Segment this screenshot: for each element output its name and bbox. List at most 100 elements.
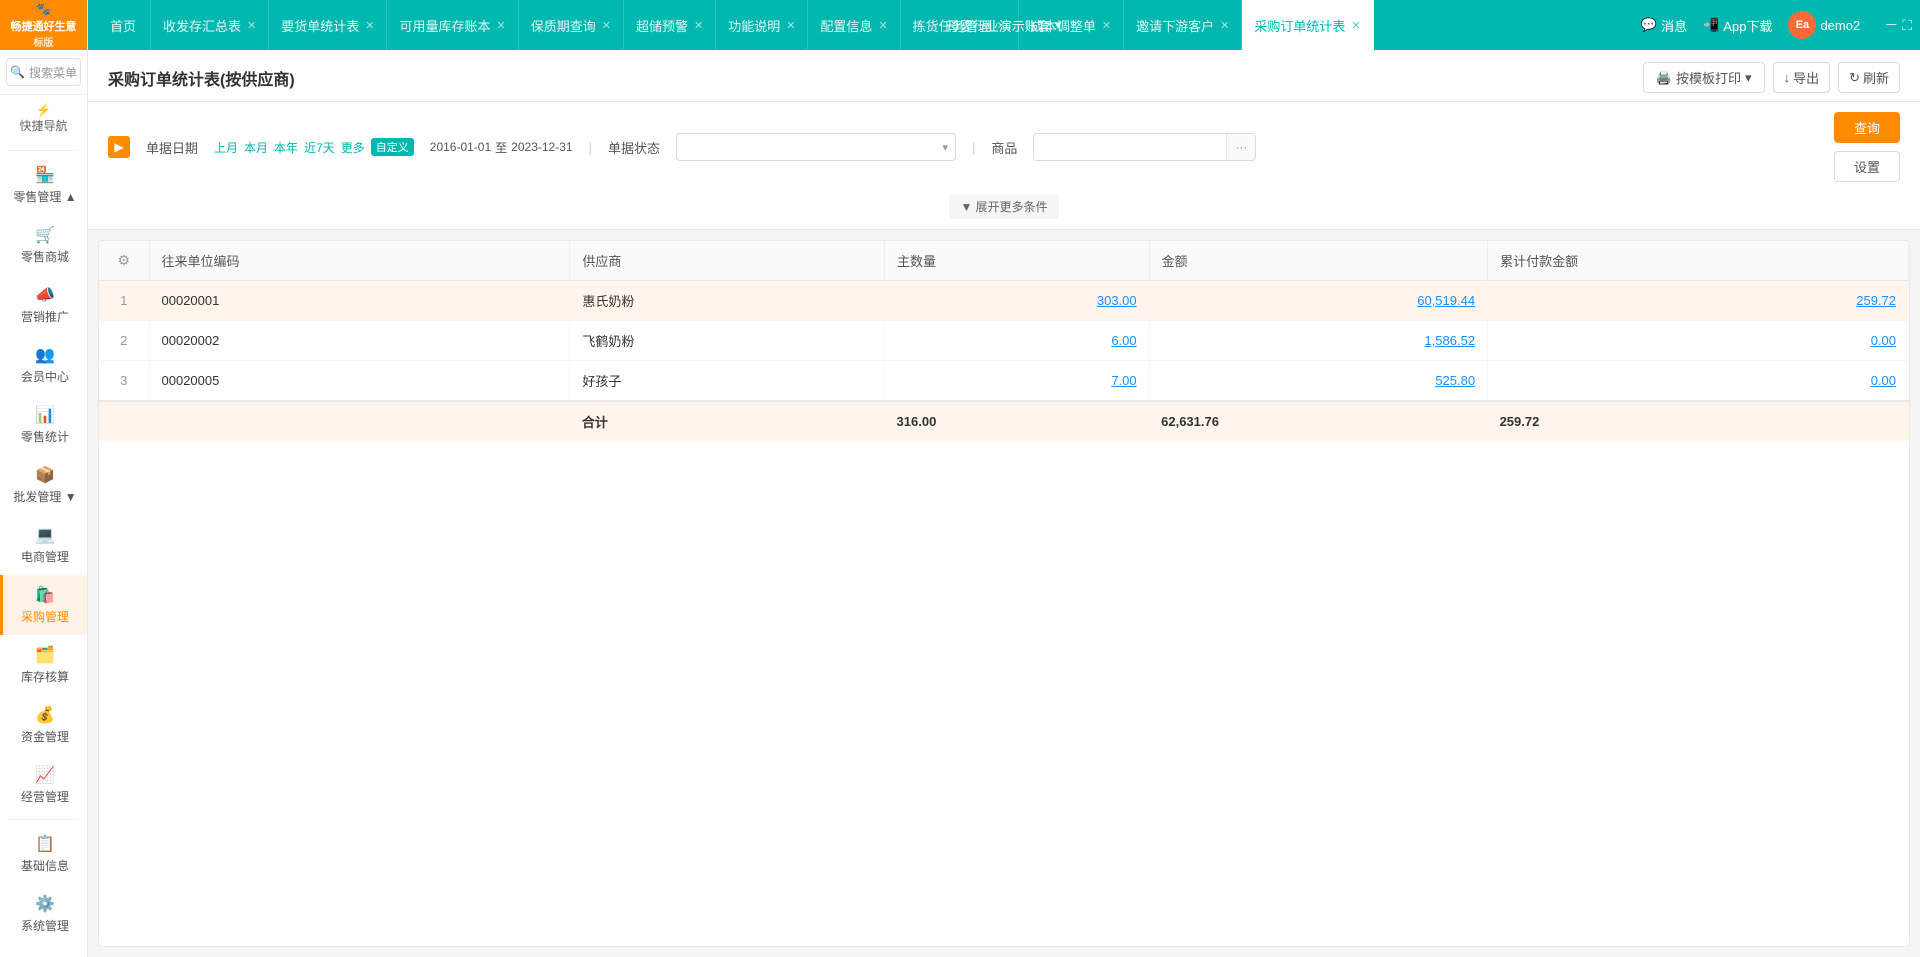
status-input[interactable] <box>676 133 956 161</box>
row-number-cell: 3 <box>99 361 149 402</box>
shortcut-7days[interactable]: 近7天 <box>304 139 335 156</box>
tab-config-info[interactable]: 配置信息 ✕ <box>808 0 900 50</box>
template-print-label: 按模板打印 <box>1676 68 1741 87</box>
sidebar-item-marketing[interactable]: 📣 营销推广 <box>0 275 87 335</box>
tab-available-inventory[interactable]: 可用量库存账本 ✕ <box>387 0 518 50</box>
column-settings-icon[interactable]: ⚙ <box>117 252 130 268</box>
sidebar-item-retail-shop[interactable]: 🛒 零售商城 <box>0 215 87 275</box>
tab-close-icon[interactable]: ✕ <box>365 19 374 32</box>
shortcut-this-year[interactable]: 本年 <box>274 139 298 156</box>
date-range-separator: 至 <box>495 139 507 156</box>
chevron-right-icon: ▶ <box>114 140 123 154</box>
table-row[interactable]: 2 00020002 飞鹤奶粉 6.00 1,586.52 0.00 <box>99 321 1909 361</box>
tab-func-desc[interactable]: 功能说明 ✕ <box>716 0 808 50</box>
sidebar-item-retail-mgmt[interactable]: 🏪 零售管理 ▲ <box>0 155 87 215</box>
tab-close-icon[interactable]: ✕ <box>997 19 1006 32</box>
col-supplier-header: 供应商 <box>570 241 885 281</box>
amount-cell[interactable]: 525.80 <box>1149 361 1487 402</box>
page-title: 采购订单统计表(按供应商) <box>108 66 295 90</box>
tab-expiry-query[interactable]: 保质期查询 ✕ <box>519 0 624 50</box>
amount-cell[interactable]: 60,519.44 <box>1149 281 1487 321</box>
sidebar-item-label: 批发管理 ▼ <box>13 488 76 505</box>
shortcut-more[interactable]: 更多 <box>341 139 365 156</box>
dropdown-arrow-icon: ▾ <box>1055 17 1062 33</box>
sidebar-item-label: 零售管理 ▲ <box>13 188 76 205</box>
query-action-group: 查询 设置 <box>1834 112 1900 182</box>
export-label: 导出 <box>1793 68 1819 87</box>
print-dropdown-arrow[interactable]: ▾ <box>1745 70 1752 86</box>
product-more-icon[interactable]: ··· <box>1226 134 1255 160</box>
page-area: 采购订单统计表(按供应商) 🖨️ 按模板打印 ▾ ↓ 导出 ↻ 刷新 <box>88 50 1920 957</box>
sidebar-item-retail-stats[interactable]: 📊 零售统计 <box>0 395 87 455</box>
sidebar-item-ecommerce[interactable]: 💻 电商管理 <box>0 515 87 575</box>
tab-overstock[interactable]: 超储预警 ✕ <box>624 0 716 50</box>
message-button[interactable]: 💬 消息 <box>1641 16 1687 35</box>
cumulative-paid-cell[interactable]: 0.00 <box>1488 361 1909 402</box>
shortcut-last-month[interactable]: 上月 <box>214 139 238 156</box>
sidebar-item-purchase[interactable]: 🛍️ 采购管理 <box>0 575 87 635</box>
col-unit-code-header: 往来单位编码 <box>149 241 570 281</box>
finance-icon: 💰 <box>35 705 55 725</box>
user-profile-button[interactable]: Ea demo2 <box>1788 11 1860 39</box>
print-icon: 🖨️ <box>1656 70 1672 86</box>
query-button[interactable]: 查询 <box>1834 112 1900 143</box>
table-row[interactable]: 3 00020005 好孩子 7.00 525.80 0.00 <box>99 361 1909 402</box>
expand-more-button[interactable]: ▼ 展开更多条件 <box>949 194 1060 219</box>
date-to-value: 2023-12-31 <box>511 140 572 154</box>
cumulative-paid-cell[interactable]: 0.00 <box>1488 321 1909 361</box>
export-button[interactable]: ↓ 导出 <box>1773 62 1831 93</box>
app-download-button[interactable]: 📲 App下载 <box>1703 16 1772 35</box>
main-qty-cell[interactable]: 6.00 <box>885 321 1150 361</box>
tab-receive-pay[interactable]: 收发存汇总表 ✕ <box>151 0 269 50</box>
tab-close-icon[interactable]: ✕ <box>786 19 795 32</box>
sidebar-item-label: 零售商城 <box>21 248 69 265</box>
search-menu-button[interactable]: 🔍 搜索菜单 <box>6 58 81 86</box>
refresh-button[interactable]: ↻ 刷新 <box>1838 62 1900 93</box>
col-amount-header: 金额 <box>1149 241 1487 281</box>
ops-icon: 📈 <box>35 765 55 785</box>
tab-purchase-stats[interactable]: 采购订单统计表 ✕ <box>1242 0 1373 50</box>
search-icon: 🔍 <box>10 65 25 79</box>
sidebar-item-inventory[interactable]: 🗂️ 库存核算 <box>0 635 87 695</box>
col-gear[interactable]: ⚙ <box>99 241 149 281</box>
tab-close-icon[interactable]: ✕ <box>1220 19 1229 32</box>
sidebar-item-ops[interactable]: 📈 经营管理 <box>0 755 87 815</box>
sidebar-item-finance[interactable]: 💰 资金管理 <box>0 695 87 755</box>
tab-close-icon[interactable]: ✕ <box>1102 19 1111 32</box>
sidebar-item-enterprise[interactable]: 🤝 企业协同 <box>0 944 87 957</box>
product-input[interactable] <box>1034 136 1226 159</box>
tab-close-icon[interactable]: ✕ <box>602 19 611 32</box>
tab-close-icon[interactable]: ✕ <box>497 19 506 32</box>
cumulative-paid-cell[interactable]: 259.72 <box>1488 281 1909 321</box>
tab-invite[interactable]: 邀请下游客户 ✕ <box>1124 0 1242 50</box>
logo-icon: 🐾 <box>36 2 51 16</box>
date-from-value: 2016-01-01 <box>430 140 491 154</box>
tab-close-icon[interactable]: ✕ <box>694 19 703 32</box>
tab-home[interactable]: 首页 <box>96 0 151 50</box>
main-qty-cell[interactable]: 7.00 <box>885 361 1150 402</box>
custom-date-badge[interactable]: 自定义 <box>371 138 414 156</box>
tab-order-stats[interactable]: 要货单统计表 ✕ <box>269 0 387 50</box>
template-print-button[interactable]: 🖨️ 按模板打印 ▾ <box>1643 62 1765 93</box>
tab-close-icon[interactable]: ✕ <box>878 19 887 32</box>
tab-close-icon[interactable]: ✕ <box>247 19 256 32</box>
table-row[interactable]: 1 00020001 惠氏奶粉 303.00 60,519.44 259.72 <box>99 281 1909 321</box>
status-dropdown-icon[interactable]: ▾ <box>942 141 948 154</box>
sidebar-item-sys-mgmt[interactable]: ⚙️ 系统管理 <box>0 884 87 944</box>
table-footer-row: 合计 316.00 62,631.76 259.72 <box>99 401 1909 441</box>
shortcut-this-month[interactable]: 本月 <box>244 139 268 156</box>
tab-close-icon[interactable]: ✕ <box>1351 19 1360 32</box>
sidebar-item-wholesale[interactable]: 📦 批发管理 ▼ <box>0 455 87 515</box>
main-qty-cell[interactable]: 303.00 <box>885 281 1150 321</box>
quick-nav-button[interactable]: ⚡ 快捷导航 <box>0 97 87 140</box>
sidebar-item-label: 营销推广 <box>21 308 69 325</box>
amount-cell[interactable]: 1,586.52 <box>1149 321 1487 361</box>
sidebar-item-member[interactable]: 👥 会员中心 <box>0 335 87 395</box>
maximize-icon[interactable]: ⛶ <box>1902 17 1912 34</box>
settings-button[interactable]: 设置 <box>1834 151 1900 182</box>
minimize-icon[interactable]: － <box>1884 15 1898 35</box>
footer-total-amount: 62,631.76 <box>1149 401 1487 441</box>
wholesale-icon: 📦 <box>35 465 55 485</box>
filter-toggle-button[interactable]: ▶ <box>108 136 130 158</box>
sidebar-item-basic-info[interactable]: 📋 基础信息 <box>0 824 87 884</box>
